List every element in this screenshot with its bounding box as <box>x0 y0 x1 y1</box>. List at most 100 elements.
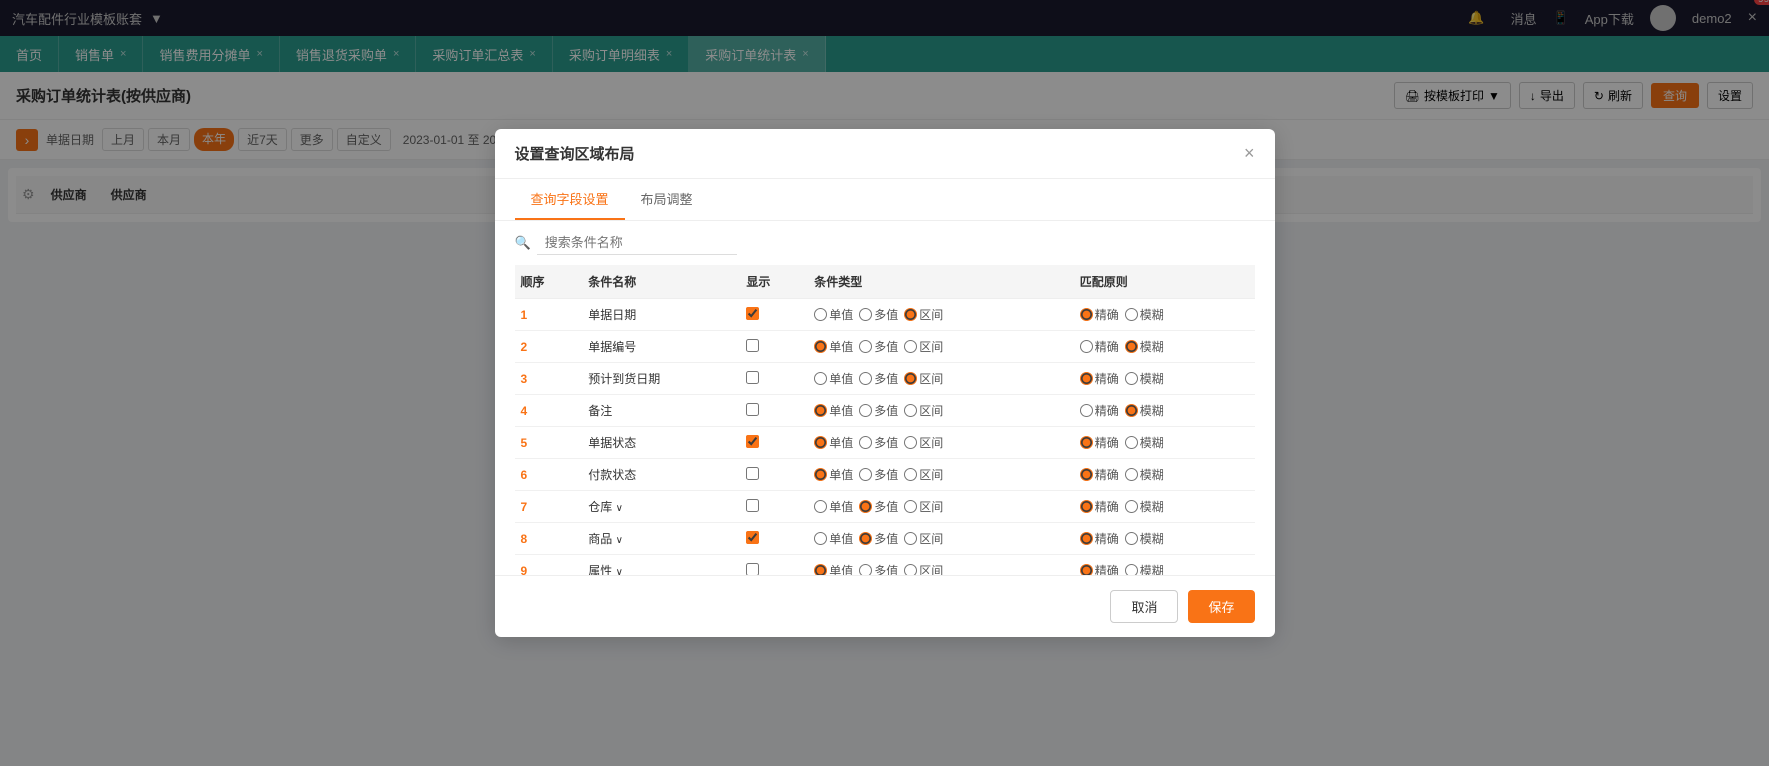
type-cell: 单值多值区间 <box>808 523 1074 555</box>
display-checkbox[interactable] <box>746 563 759 576</box>
display-checkbox[interactable] <box>746 403 759 416</box>
type-radio-单值[interactable] <box>814 564 827 575</box>
type-radio-区间[interactable] <box>904 532 917 545</box>
match-radio-精确[interactable] <box>1080 372 1093 385</box>
settings-dialog: 设置查询区域布局 × 查询字段设置 布局调整 🔍 顺序 <box>495 129 1275 637</box>
display-cell <box>740 299 808 331</box>
type-cell: 单值多值区间 <box>808 491 1074 523</box>
match-radio-模糊[interactable] <box>1125 340 1138 353</box>
config-table: 顺序 条件名称 显示 条件类型 匹配原则 1单据日期单值多值区间精确模糊2单据编… <box>515 265 1255 575</box>
match-cell: 精确模糊 <box>1074 395 1255 427</box>
table-row: 2单据编号单值多值区间精确模糊 <box>515 331 1255 363</box>
table-row: 3预计到货日期单值多值区间精确模糊 <box>515 363 1255 395</box>
table-row: 8商品 ∨单值多值区间精确模糊 <box>515 523 1255 555</box>
seq-cell: 5 <box>515 427 583 459</box>
type-radio-单值[interactable] <box>814 532 827 545</box>
type-radio-区间[interactable] <box>904 404 917 417</box>
type-radio-单值[interactable] <box>814 500 827 513</box>
type-radio-多值[interactable] <box>859 404 872 417</box>
type-radio-区间[interactable] <box>904 564 917 575</box>
seq-cell: 6 <box>515 459 583 491</box>
match-radio-精确[interactable] <box>1080 436 1093 449</box>
match-cell: 精确模糊 <box>1074 459 1255 491</box>
type-radio-多值[interactable] <box>859 308 872 321</box>
table-row: 6付款状态单值多值区间精确模糊 <box>515 459 1255 491</box>
type-cell: 单值多值区间 <box>808 395 1074 427</box>
type-radio-多值[interactable] <box>859 340 872 353</box>
table-row: 5单据状态单值多值区间精确模糊 <box>515 427 1255 459</box>
match-radio-模糊[interactable] <box>1125 468 1138 481</box>
display-checkbox[interactable] <box>746 531 759 544</box>
dialog-close-button[interactable]: × <box>1244 143 1255 164</box>
name-cell: 属性 ∨ <box>582 555 740 576</box>
cancel-button[interactable]: 取消 <box>1110 590 1178 623</box>
display-checkbox[interactable] <box>746 435 759 448</box>
type-radio-区间[interactable] <box>904 308 917 321</box>
name-cell: 备注 <box>582 395 740 427</box>
type-radio-区间[interactable] <box>904 500 917 513</box>
th-display: 显示 <box>740 265 808 299</box>
display-cell <box>740 459 808 491</box>
match-cell: 精确模糊 <box>1074 299 1255 331</box>
display-cell <box>740 555 808 576</box>
name-cell: 商品 ∨ <box>582 523 740 555</box>
display-cell <box>740 427 808 459</box>
match-radio-精确[interactable] <box>1080 564 1093 575</box>
type-radio-区间[interactable] <box>904 468 917 481</box>
th-type: 条件类型 <box>808 265 1074 299</box>
type-radio-多值[interactable] <box>859 564 872 575</box>
display-checkbox[interactable] <box>746 467 759 480</box>
match-radio-模糊[interactable] <box>1125 564 1138 575</box>
dialog-tab-bar: 查询字段设置 布局调整 <box>495 179 1275 221</box>
display-checkbox[interactable] <box>746 371 759 384</box>
match-radio-精确[interactable] <box>1080 532 1093 545</box>
type-radio-多值[interactable] <box>859 468 872 481</box>
match-radio-模糊[interactable] <box>1125 308 1138 321</box>
table-row: 7仓库 ∨单值多值区间精确模糊 <box>515 491 1255 523</box>
seq-cell: 3 <box>515 363 583 395</box>
match-radio-模糊[interactable] <box>1125 404 1138 417</box>
display-checkbox[interactable] <box>746 499 759 512</box>
type-radio-多值[interactable] <box>859 436 872 449</box>
display-cell <box>740 363 808 395</box>
th-seq: 顺序 <box>515 265 583 299</box>
display-checkbox[interactable] <box>746 339 759 352</box>
dialog-title: 设置查询区域布局 <box>515 143 635 164</box>
type-radio-区间[interactable] <box>904 340 917 353</box>
tab-query-fields[interactable]: 查询字段设置 <box>515 179 625 220</box>
config-table-container: 顺序 条件名称 显示 条件类型 匹配原则 1单据日期单值多值区间精确模糊2单据编… <box>495 265 1275 575</box>
type-radio-多值[interactable] <box>859 500 872 513</box>
type-radio-单值[interactable] <box>814 468 827 481</box>
type-radio-区间[interactable] <box>904 436 917 449</box>
match-radio-模糊[interactable] <box>1125 532 1138 545</box>
type-radio-单值[interactable] <box>814 404 827 417</box>
type-radio-单值[interactable] <box>814 372 827 385</box>
match-radio-模糊[interactable] <box>1125 500 1138 513</box>
type-cell: 单值多值区间 <box>808 459 1074 491</box>
match-cell: 精确模糊 <box>1074 331 1255 363</box>
match-radio-精确[interactable] <box>1080 308 1093 321</box>
match-radio-精确[interactable] <box>1080 468 1093 481</box>
search-input[interactable] <box>537 231 737 255</box>
type-radio-单值[interactable] <box>814 436 827 449</box>
match-radio-精确[interactable] <box>1080 500 1093 513</box>
type-radio-区间[interactable] <box>904 372 917 385</box>
type-cell: 单值多值区间 <box>808 427 1074 459</box>
match-radio-精确[interactable] <box>1080 404 1093 417</box>
table-row: 9属性 ∨单值多值区间精确模糊 <box>515 555 1255 576</box>
match-cell: 精确模糊 <box>1074 491 1255 523</box>
match-radio-模糊[interactable] <box>1125 436 1138 449</box>
match-radio-模糊[interactable] <box>1125 372 1138 385</box>
match-radio-精确[interactable] <box>1080 340 1093 353</box>
type-radio-多值[interactable] <box>859 532 872 545</box>
type-radio-多值[interactable] <box>859 372 872 385</box>
tab-layout-adjust[interactable]: 布局调整 <box>625 179 709 220</box>
type-radio-单值[interactable] <box>814 308 827 321</box>
dialog-header: 设置查询区域布局 × <box>495 129 1275 179</box>
seq-cell: 1 <box>515 299 583 331</box>
modal-overlay: 设置查询区域布局 × 查询字段设置 布局调整 🔍 顺序 <box>0 0 1769 766</box>
display-checkbox[interactable] <box>746 307 759 320</box>
type-radio-单值[interactable] <box>814 340 827 353</box>
save-button[interactable]: 保存 <box>1188 590 1254 623</box>
display-cell <box>740 491 808 523</box>
